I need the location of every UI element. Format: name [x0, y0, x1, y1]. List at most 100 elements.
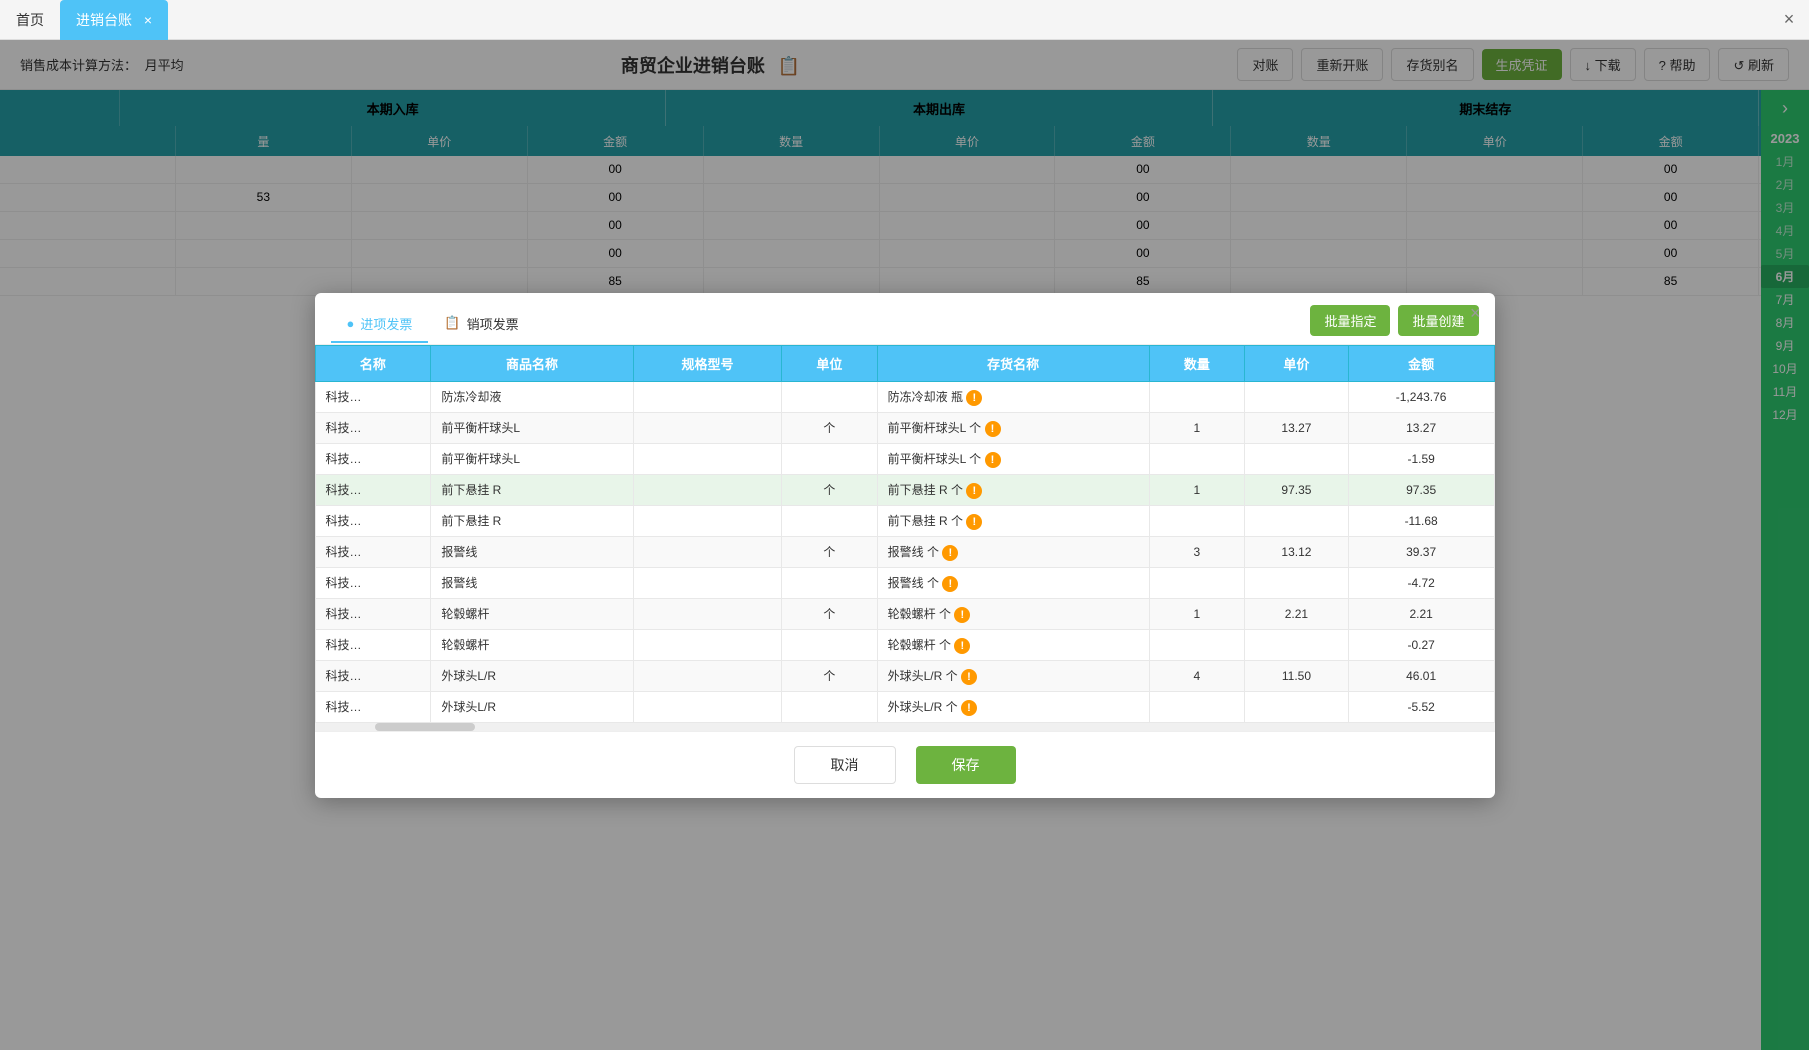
cell-qty: 3 — [1149, 536, 1245, 567]
modal-header: ● 进项发票 📋 销项发票 批量指定 批量创建 × — [315, 293, 1495, 345]
modal-close-button[interactable]: × — [1470, 303, 1481, 324]
cell-inventory-name: 前平衡杆球头L 个 ! — [877, 412, 1149, 443]
modal-table: 名称 商品名称 规格型号 单位 存货名称 数量 单价 金额 科技… 防冻冷却液 — [315, 345, 1495, 723]
col-unit: 单位 — [782, 345, 878, 381]
cell-qty — [1149, 381, 1245, 412]
active-tab[interactable]: 进销台账 × — [60, 0, 168, 40]
cell-inventory-name: 外球头L/R 个 ! — [877, 691, 1149, 722]
cell-unit-price: 2.21 — [1245, 598, 1349, 629]
warning-icon: ! — [954, 638, 970, 654]
cell-unit: 个 — [782, 474, 878, 505]
modal-table-wrapper: 名称 商品名称 规格型号 单位 存货名称 数量 单价 金额 科技… 防冻冷却液 — [315, 345, 1495, 723]
table-row: 科技… 报警线 报警线 个 ! -4.72 — [315, 567, 1494, 598]
cell-inventory-name: 轮毂螺杆 个 ! — [877, 629, 1149, 660]
cell-spec — [633, 505, 781, 536]
cell-amount: 39.37 — [1348, 536, 1494, 567]
warning-icon: ! — [961, 700, 977, 716]
cell-name: 科技… — [315, 598, 431, 629]
cell-unit — [782, 567, 878, 598]
cell-unit-price: 13.12 — [1245, 536, 1349, 567]
cell-spec — [633, 691, 781, 722]
cell-unit-price — [1245, 567, 1349, 598]
cell-unit: 个 — [782, 598, 878, 629]
col-amount: 金额 — [1348, 345, 1494, 381]
modal-footer: 取消 保存 — [315, 731, 1495, 798]
cell-amount: -1,243.76 — [1348, 381, 1494, 412]
cell-product-name: 前下悬挂 R — [431, 474, 633, 505]
cell-product-name: 报警线 — [431, 536, 633, 567]
tab-sales-invoice[interactable]: 📋 销项发票 — [428, 306, 534, 343]
tab-purchase-invoice[interactable]: ● 进项发票 — [331, 306, 429, 343]
modal-table-body: 科技… 防冻冷却液 防冻冷却液 瓶 ! -1,243.76 科技… 前平衡杆球头… — [315, 381, 1494, 722]
batch-create-button[interactable]: 批量创建 — [1398, 305, 1478, 336]
cell-unit-price — [1245, 443, 1349, 474]
cell-amount: 46.01 — [1348, 660, 1494, 691]
table-row: 科技… 前下悬挂 R 个 前下悬挂 R 个 ! 1 97.35 97.35 — [315, 474, 1494, 505]
cancel-button[interactable]: 取消 — [794, 746, 896, 784]
cell-qty: 1 — [1149, 598, 1245, 629]
save-button[interactable]: 保存 — [916, 746, 1016, 784]
batch-assign-button[interactable]: 批量指定 — [1310, 305, 1390, 336]
warning-icon: ! — [966, 514, 982, 530]
top-bar: 首页 进销台账 × × — [0, 0, 1809, 40]
cell-inventory-name: 报警线 个 ! — [877, 536, 1149, 567]
cell-qty — [1149, 443, 1245, 474]
sales-invoice-icon: 📋 — [444, 315, 460, 331]
cell-name: 科技… — [315, 474, 431, 505]
home-tab[interactable]: 首页 — [0, 0, 60, 40]
cell-amount: -11.68 — [1348, 505, 1494, 536]
tab-close-icon[interactable]: × — [144, 12, 152, 28]
cell-amount: 2.21 — [1348, 598, 1494, 629]
modal-scrollbar[interactable] — [315, 723, 1495, 731]
cell-unit-price: 97.35 — [1245, 474, 1349, 505]
cell-product-name: 前平衡杆球头L — [431, 412, 633, 443]
cell-amount: 97.35 — [1348, 474, 1494, 505]
cell-name: 科技… — [315, 629, 431, 660]
table-row: 科技… 前平衡杆球头L 个 前平衡杆球头L 个 ! 1 13.27 13.27 — [315, 412, 1494, 443]
cell-qty — [1149, 567, 1245, 598]
cell-spec — [633, 598, 781, 629]
cell-inventory-name: 轮毂螺杆 个 ! — [877, 598, 1149, 629]
table-header-row: 名称 商品名称 规格型号 单位 存货名称 数量 单价 金额 — [315, 345, 1494, 381]
cell-name: 科技… — [315, 412, 431, 443]
table-row: 科技… 轮毂螺杆 个 轮毂螺杆 个 ! 1 2.21 2.21 — [315, 598, 1494, 629]
cell-spec — [633, 536, 781, 567]
table-row: 科技… 外球头L/R 外球头L/R 个 ! -5.52 — [315, 691, 1494, 722]
cell-amount: -5.52 — [1348, 691, 1494, 722]
cell-inventory-name: 外球头L/R 个 ! — [877, 660, 1149, 691]
cell-spec — [633, 629, 781, 660]
cell-product-name: 前平衡杆球头L — [431, 443, 633, 474]
cell-unit-price: 11.50 — [1245, 660, 1349, 691]
main-area: 销售成本计算方法： 月平均 商贸企业进销台账 📋 对账 重新开账 存货别名 生成… — [0, 40, 1809, 1050]
cell-spec — [633, 567, 781, 598]
table-row: 科技… 防冻冷却液 防冻冷却液 瓶 ! -1,243.76 — [315, 381, 1494, 412]
cell-name: 科技… — [315, 691, 431, 722]
warning-icon: ! — [966, 390, 982, 406]
cell-qty: 4 — [1149, 660, 1245, 691]
warning-icon: ! — [985, 421, 1001, 437]
cell-product-name: 防冻冷却液 — [431, 381, 633, 412]
cell-spec — [633, 381, 781, 412]
cell-unit — [782, 443, 878, 474]
warning-icon: ! — [961, 669, 977, 685]
cell-inventory-name: 前下悬挂 R 个 ! — [877, 474, 1149, 505]
cell-qty — [1149, 691, 1245, 722]
col-name: 名称 — [315, 345, 431, 381]
cell-product-name: 外球头L/R — [431, 660, 633, 691]
cell-inventory-name: 防冻冷却液 瓶 ! — [877, 381, 1149, 412]
warning-icon: ! — [942, 576, 958, 592]
modal-dialog: ● 进项发票 📋 销项发票 批量指定 批量创建 × 名 — [315, 293, 1495, 798]
purchase-invoice-icon: ● — [347, 316, 355, 331]
cell-unit — [782, 629, 878, 660]
cell-amount: -1.59 — [1348, 443, 1494, 474]
cell-unit-price — [1245, 691, 1349, 722]
cell-product-name: 外球头L/R — [431, 691, 633, 722]
table-row: 科技… 前下悬挂 R 前下悬挂 R 个 ! -11.68 — [315, 505, 1494, 536]
cell-name: 科技… — [315, 443, 431, 474]
cell-qty: 1 — [1149, 474, 1245, 505]
cell-unit-price: 13.27 — [1245, 412, 1349, 443]
cell-unit — [782, 691, 878, 722]
window-close-button[interactable]: × — [1769, 0, 1809, 40]
table-row: 科技… 报警线 个 报警线 个 ! 3 13.12 39.37 — [315, 536, 1494, 567]
cell-unit-price — [1245, 505, 1349, 536]
